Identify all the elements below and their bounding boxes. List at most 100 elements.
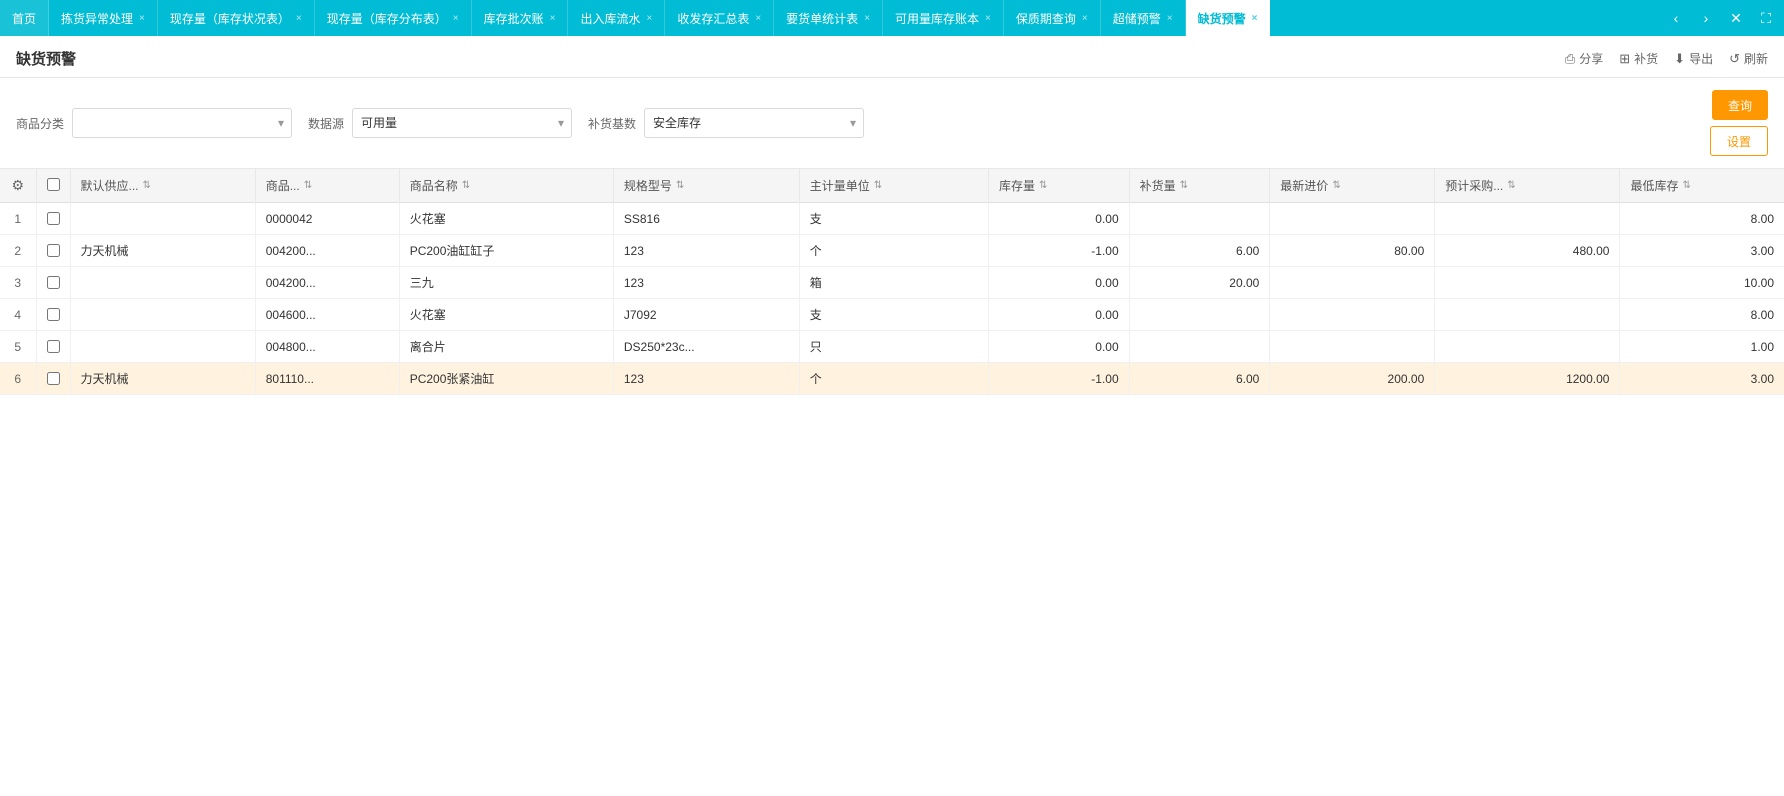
td-stock: 0.00 [989, 203, 1130, 235]
category-select-wrapper [72, 108, 292, 138]
td-product-code: 004800... [255, 331, 399, 363]
td-stock: -1.00 [989, 235, 1130, 267]
td-min-stock: 3.00 [1620, 363, 1784, 395]
query-button[interactable]: 查询 [1712, 90, 1768, 120]
th-latest-price: 最新进价 ⇅ [1270, 169, 1435, 203]
td-stock: 0.00 [989, 267, 1130, 299]
tab-inventory-dist[interactable]: 现存量（库存分布表） × [315, 0, 472, 36]
table-row: 4 004600... 火花塞 J7092 支 0.00 8.00 [0, 299, 1784, 331]
tab-home[interactable]: 首页 [0, 0, 49, 36]
tab-expiry-query[interactable]: 保质期查询 × [1004, 0, 1101, 36]
td-min-stock: 3.00 [1620, 235, 1784, 267]
close-icon[interactable]: × [139, 13, 145, 24]
close-icon[interactable]: × [1082, 13, 1088, 24]
th-unit: 主计量单位 ⇅ [799, 169, 988, 203]
td-latest-price [1270, 331, 1435, 363]
datasource-label: 数据源 [308, 115, 344, 132]
row-checkbox[interactable] [47, 212, 60, 225]
close-icon[interactable]: × [1167, 13, 1173, 24]
tab-collect-summary[interactable]: 收发存汇总表 × [665, 0, 774, 36]
td-replenish-qty [1129, 203, 1270, 235]
td-stock: 0.00 [989, 299, 1130, 331]
tab-inventory-status[interactable]: 现存量（库存状况表） × [158, 0, 315, 36]
td-min-stock: 8.00 [1620, 299, 1784, 331]
row-checkbox[interactable] [47, 340, 60, 353]
tab-order-stats[interactable]: 要货单统计表 × [774, 0, 883, 36]
table-container: ⚙ 默认供应... ⇅ 商品... ⇅ [0, 169, 1784, 395]
close-icon[interactable]: × [646, 13, 652, 24]
td-product-name: 火花塞 [399, 299, 613, 331]
td-unit: 支 [799, 203, 988, 235]
sort-icon: ⇅ [1180, 180, 1188, 191]
close-icon[interactable]: × [1252, 13, 1258, 24]
replenish-base-label: 补货基数 [588, 115, 636, 132]
tab-shortage[interactable]: 缺货预警 × [1186, 0, 1271, 36]
filter-replenish-base-group: 补货基数 安全库存 最低库存 [588, 108, 864, 138]
datasource-select[interactable]: 可用量 实际库存 [352, 108, 572, 138]
tab-abnormal[interactable]: 拣货异常处理 × [49, 0, 158, 36]
tab-inout-flow[interactable]: 出入库流水 × [568, 0, 665, 36]
row-checkbox[interactable] [47, 244, 60, 257]
refresh-button[interactable]: ↺ 刷新 [1729, 50, 1768, 67]
td-min-stock: 10.00 [1620, 267, 1784, 299]
td-replenish-qty: 20.00 [1129, 267, 1270, 299]
export-button[interactable]: ⬇ 导出 [1674, 50, 1713, 67]
td-replenish-qty [1129, 331, 1270, 363]
tab-available-ledger[interactable]: 可用量库存账本 × [883, 0, 1004, 36]
th-gear: ⚙ [0, 169, 36, 203]
td-rownum [36, 203, 70, 235]
close-icon[interactable]: × [550, 13, 556, 24]
gear-icon[interactable]: ⚙ [11, 177, 24, 193]
th-stock: 库存量 ⇅ [989, 169, 1130, 203]
table-row: 6 力天机械 801110... PC200张紧油缸 123 个 -1.00 6… [0, 363, 1784, 395]
td-spec: DS250*23c... [613, 331, 799, 363]
settings-button[interactable]: 设置 [1710, 126, 1768, 156]
category-select[interactable] [72, 108, 292, 138]
td-est-purchase [1435, 299, 1620, 331]
close-icon[interactable]: × [296, 13, 302, 24]
td-gear: 5 [0, 331, 36, 363]
select-all-checkbox[interactable] [47, 178, 60, 191]
header-actions: ⎙ 分享 ⊞ 补货 ⬇ 导出 ↺ 刷新 [1565, 50, 1768, 67]
close-icon[interactable]: × [985, 13, 991, 24]
table-body: 1 0000042 火花塞 SS816 支 0.00 8.00 2 力天机械 0… [0, 203, 1784, 395]
page-header: 缺货预警 ⎙ 分享 ⊞ 补货 ⬇ 导出 ↺ 刷新 [0, 36, 1784, 78]
td-unit: 箱 [799, 267, 988, 299]
td-rownum [36, 363, 70, 395]
replenish-base-select[interactable]: 安全库存 最低库存 [644, 108, 864, 138]
table-row: 5 004800... 离合片 DS250*23c... 只 0.00 1.00 [0, 331, 1784, 363]
row-checkbox[interactable] [47, 276, 60, 289]
td-spec: SS816 [613, 203, 799, 235]
th-checkbox [36, 169, 70, 203]
td-unit: 个 [799, 363, 988, 395]
sort-icon: ⇅ [462, 180, 470, 191]
replenish-button[interactable]: ⊞ 补货 [1619, 50, 1658, 67]
share-button[interactable]: ⎙ 分享 [1565, 50, 1603, 67]
td-spec: 123 [613, 267, 799, 299]
tab-batch-account[interactable]: 库存批次账 × [472, 0, 569, 36]
nav-tabs: 首页 拣货异常处理 × 现存量（库存状况表） × 现存量（库存分布表） × 库存… [0, 0, 1784, 36]
row-checkbox[interactable] [47, 372, 60, 385]
td-min-stock: 8.00 [1620, 203, 1784, 235]
td-min-stock: 1.00 [1620, 331, 1784, 363]
td-latest-price: 200.00 [1270, 363, 1435, 395]
td-spec: 123 [613, 363, 799, 395]
td-product-code: 004600... [255, 299, 399, 331]
nav-next-button[interactable]: › [1692, 4, 1720, 32]
td-product-code: 004200... [255, 267, 399, 299]
td-latest-price [1270, 267, 1435, 299]
td-rownum [36, 235, 70, 267]
td-est-purchase [1435, 267, 1620, 299]
close-icon[interactable]: × [864, 13, 870, 24]
nav-fullscreen-button[interactable]: ⛶ [1752, 4, 1780, 32]
nav-close-button[interactable]: ✕ [1722, 4, 1750, 32]
td-default-supplier: 力天机械 [70, 235, 255, 267]
tab-overstock[interactable]: 超储预警 × [1101, 0, 1186, 36]
row-checkbox[interactable] [47, 308, 60, 321]
close-icon[interactable]: × [755, 13, 761, 24]
close-icon[interactable]: × [453, 13, 459, 24]
td-product-code: 004200... [255, 235, 399, 267]
nav-prev-button[interactable]: ‹ [1662, 4, 1690, 32]
td-est-purchase [1435, 203, 1620, 235]
sort-icon: ⇅ [676, 180, 684, 191]
